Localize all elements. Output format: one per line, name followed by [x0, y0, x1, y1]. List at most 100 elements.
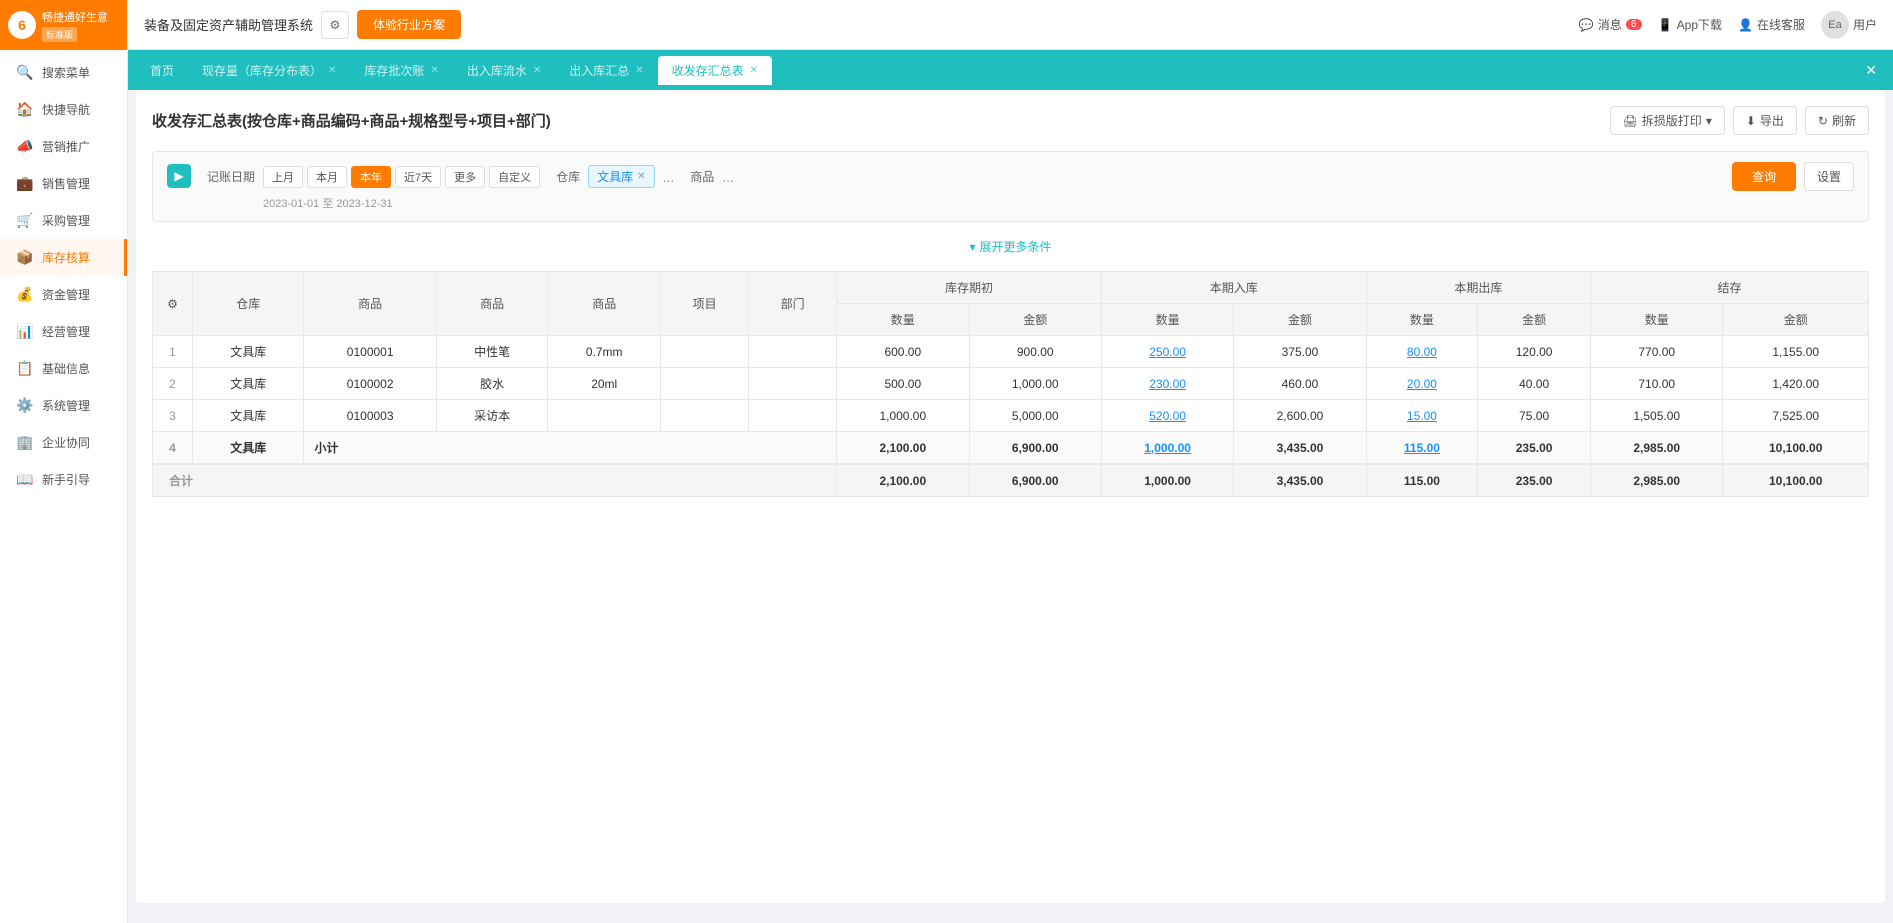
total-bal-amt: 10,100.00: [1723, 464, 1869, 497]
tab-stock-dist[interactable]: 现存量（库存分布表） ✕: [188, 56, 350, 85]
row-in-qty[interactable]: 520.00: [1101, 400, 1233, 432]
row-out-qty[interactable]: 15.00: [1366, 400, 1478, 432]
sidebar-item-search[interactable]: 🔍 搜索菜单: [0, 54, 127, 91]
message-badge: 6: [1626, 19, 1642, 30]
subtotal-out-qty: 115.00: [1366, 432, 1478, 465]
close-all-tabs-button[interactable]: ✕: [1857, 58, 1885, 83]
row-name: 中性笔: [436, 336, 547, 368]
user-action[interactable]: Ea 用户: [1821, 11, 1877, 39]
tab-batch[interactable]: 库存批次账 ✕: [350, 56, 452, 85]
sidebar-item-corp[interactable]: 🏢 企业协同: [0, 424, 127, 461]
content-area: 收发存汇总表(按仓库+商品编码+商品+规格型号+项目+部门) 🖨 拆损版打印 ▾…: [136, 90, 1885, 903]
sidebar-item-operation[interactable]: 📊 经营管理: [0, 313, 127, 350]
sidebar-item-guide[interactable]: 📖 新手引导: [0, 461, 127, 498]
export-icon: ⬇: [1746, 114, 1756, 128]
query-button[interactable]: 查询: [1732, 162, 1796, 191]
row-in-qty[interactable]: 230.00: [1101, 368, 1233, 400]
operation-icon: 📊: [16, 323, 34, 340]
row-warehouse: 文具库: [193, 400, 304, 432]
goods-filter-more[interactable]: ...: [722, 169, 734, 185]
subtotal-bal-qty: 2,985.00: [1591, 432, 1723, 465]
subhdr-bal-qty: 数量: [1591, 304, 1723, 336]
warehouse-tag-close[interactable]: ✕: [637, 171, 645, 182]
tab-label: 现存量（库存分布表）: [202, 62, 322, 79]
tab-receive-summary[interactable]: 收发存汇总表 ✕: [658, 56, 772, 85]
logo-icon: 6: [8, 11, 36, 39]
sidebar-item-sales[interactable]: 💼 销售管理: [0, 165, 127, 202]
sidebar-item-label: 基础信息: [42, 360, 90, 377]
date-7days[interactable]: 近7天: [395, 166, 441, 188]
settings-button[interactable]: ⚙: [321, 11, 349, 39]
subtotal-bal-amt: 10,100.00: [1723, 432, 1869, 465]
system-name: 装备及固定资产辅助管理系统: [144, 15, 313, 34]
date-range-text: 2023-01-01 至 2023-12-31: [263, 198, 393, 210]
total-init-amt: 6,900.00: [969, 464, 1101, 497]
subtotal-num: 4: [153, 432, 193, 465]
sidebar-item-quick[interactable]: 🏠 快捷导航: [0, 91, 127, 128]
trial-button[interactable]: 体验行业方案: [357, 10, 461, 39]
sidebar-item-purchase[interactable]: 🛒 采购管理: [0, 202, 127, 239]
user-label: 用户: [1853, 16, 1877, 33]
sidebar-item-label: 快捷导航: [42, 101, 90, 118]
tab-close-icon[interactable]: ✕: [750, 65, 758, 76]
sidebar: 6 畅捷通好生意 标准版 🔍 搜索菜单 🏠 快捷导航 📣 营销推广 💼 销售管理…: [0, 0, 128, 923]
tab-close-icon[interactable]: ✕: [635, 65, 643, 76]
date-more[interactable]: 更多: [445, 166, 485, 188]
row-init-amt: 900.00: [969, 336, 1101, 368]
sidebar-item-marketing[interactable]: 📣 营销推广: [0, 128, 127, 165]
col-dept: 部门: [749, 272, 837, 336]
row-spec: 20ml: [548, 368, 661, 400]
row-out-qty[interactable]: 20.00: [1366, 368, 1478, 400]
date-this-year[interactable]: 本年: [351, 166, 391, 188]
set-button[interactable]: 设置: [1804, 162, 1854, 191]
date-last-month[interactable]: 上月: [263, 166, 303, 188]
subhdr-out-amt: 金额: [1478, 304, 1591, 336]
row-out-amt: 40.00: [1478, 368, 1591, 400]
sidebar-item-basic[interactable]: 📋 基础信息: [0, 350, 127, 387]
table-settings-icon[interactable]: ⚙: [153, 272, 193, 336]
col-code: 商品: [304, 272, 436, 336]
online-service-action[interactable]: 👤 在线客服: [1738, 16, 1805, 33]
row-bal-qty: 1,505.00: [1591, 400, 1723, 432]
tab-close-icon[interactable]: ✕: [328, 65, 336, 76]
warehouse-filter-more[interactable]: ...: [663, 169, 675, 185]
sidebar-item-inventory[interactable]: 📦 库存核算: [0, 239, 127, 276]
tab-label: 收发存汇总表: [672, 62, 744, 79]
tab-inout-summary[interactable]: 出入库汇总 ✕: [555, 56, 657, 85]
sidebar-item-system[interactable]: ⚙️ 系统管理: [0, 387, 127, 424]
print-button[interactable]: 🖨 拆损版打印 ▾: [1610, 106, 1725, 135]
row-code: 0100003: [304, 400, 436, 432]
message-action[interactable]: 💬 消息 6: [1579, 16, 1642, 33]
filter-toggle-button[interactable]: ▶: [167, 164, 191, 188]
row-num: 2: [153, 368, 193, 400]
row-dept: [749, 368, 837, 400]
tab-close-icon[interactable]: ✕: [533, 65, 541, 76]
row-in-qty[interactable]: 250.00: [1101, 336, 1233, 368]
refresh-button[interactable]: ↻ 刷新: [1805, 106, 1869, 135]
row-bal-amt: 1,420.00: [1723, 368, 1869, 400]
basic-icon: 📋: [16, 360, 34, 377]
row-out-amt: 75.00: [1478, 400, 1591, 432]
app-download-action[interactable]: 📱 App下载: [1658, 16, 1722, 33]
subtotal-label: 小计: [304, 432, 837, 465]
app-logo: 6 畅捷通好生意 标准版: [0, 0, 127, 50]
expand-conditions-button[interactable]: ▾ 展开更多条件: [961, 234, 1059, 259]
subhdr-bal-amt: 金额: [1723, 304, 1869, 336]
table-row: 1 文具库 0100001 中性笔 0.7mm 600.00 900.00 25…: [153, 336, 1869, 368]
table-container: ⚙ 仓库 商品 商品 商品 项目 部门 库存期初 本期入库 本期出库 结存 数量: [152, 271, 1869, 497]
sidebar-item-finance[interactable]: 💰 资金管理: [0, 276, 127, 313]
purchase-icon: 🛒: [16, 212, 34, 229]
row-init-amt: 5,000.00: [969, 400, 1101, 432]
export-button[interactable]: ⬇ 导出: [1733, 106, 1797, 135]
filter-bar: ▶ 记账日期 上月 本月 本年 近7天 更多 自定义: [152, 151, 1869, 222]
tab-inout-flow[interactable]: 出入库流水 ✕: [453, 56, 555, 85]
sidebar-item-label: 资金管理: [42, 286, 90, 303]
logo-tag: 标准版: [42, 27, 77, 42]
row-out-qty[interactable]: 80.00: [1366, 336, 1478, 368]
date-custom[interactable]: 自定义: [489, 166, 540, 188]
tab-close-icon[interactable]: ✕: [430, 65, 438, 76]
date-this-month[interactable]: 本月: [307, 166, 347, 188]
tab-home[interactable]: 首页: [136, 56, 188, 85]
goods-filter-label: 商品: [690, 168, 714, 185]
subhdr-init-qty: 数量: [837, 304, 969, 336]
